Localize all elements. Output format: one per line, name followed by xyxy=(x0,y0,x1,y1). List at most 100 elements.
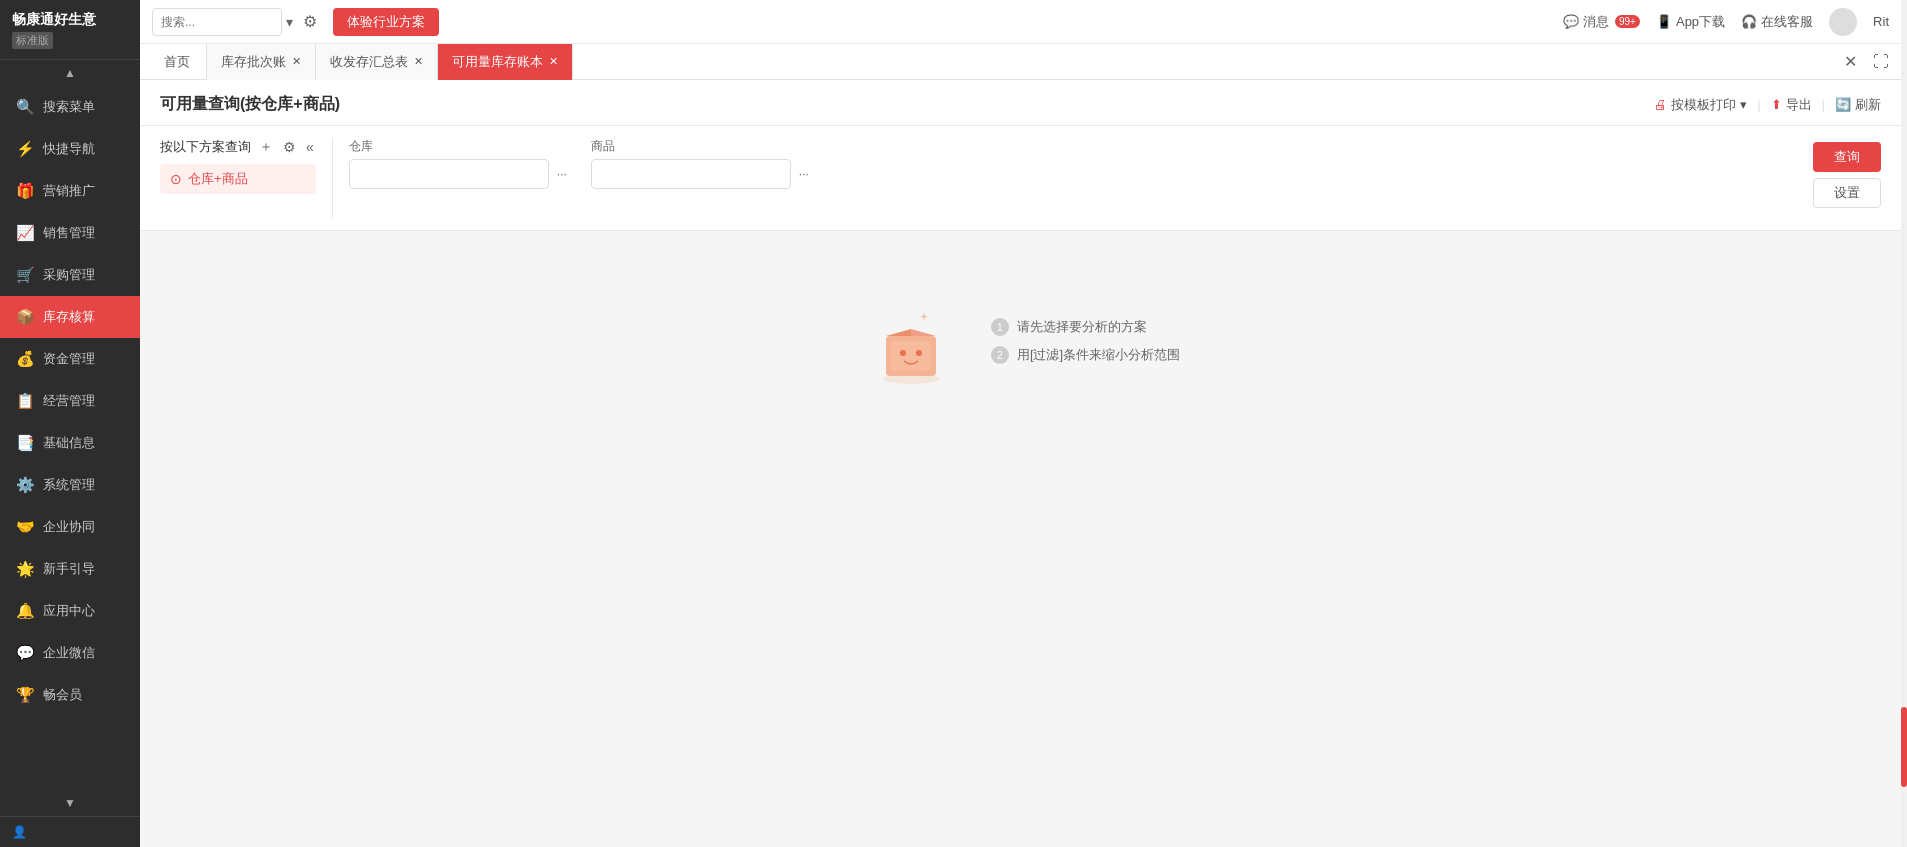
scheme-item-label: 仓库+商品 xyxy=(188,170,248,188)
sidebar-item-enterprise[interactable]: 🤝企业协同 xyxy=(0,506,140,548)
tip-number-2: 2 xyxy=(991,346,1009,364)
header-divider-2: | xyxy=(1822,97,1825,112)
tabs-bar: 首页 库存批次账 ✕ 收发存汇总表 ✕ 可用量库存账本 ✕ ✕ ⛶ xyxy=(140,44,1901,80)
topbar-settings-btn[interactable]: ⚙ xyxy=(297,12,323,31)
tab-close-all-btn[interactable]: ✕ xyxy=(1840,52,1861,71)
username: Rit xyxy=(1873,14,1889,29)
content-area: 可用量查询(按仓库+商品) 🖨 按模板打印 ▾ | ⬆ 导出 | 🔄 刷新 xyxy=(140,80,1901,847)
tab-home[interactable]: 首页 xyxy=(148,44,207,80)
query-btn[interactable]: 查询 xyxy=(1813,142,1881,172)
topbar-left: ▾ ⚙ 体验行业方案 xyxy=(152,8,1563,36)
tab-batch[interactable]: 库存批次账 ✕ xyxy=(207,44,316,80)
svg-rect-3 xyxy=(891,341,931,371)
sidebar-item-finance[interactable]: 💰资金管理 xyxy=(0,338,140,380)
empty-illustration: ✦ · xyxy=(861,291,961,391)
tab-expand-btn[interactable]: ⛶ xyxy=(1869,53,1893,71)
sidebar-label-system: 系统管理 xyxy=(43,476,95,494)
message-badge: 99+ xyxy=(1615,15,1640,28)
tab-available[interactable]: 可用量库存账本 ✕ xyxy=(438,44,573,80)
filter-divider xyxy=(332,138,333,218)
warehouse-more-btn[interactable]: ··· xyxy=(553,167,571,181)
sidebar-label-appcenter: 应用中心 xyxy=(43,602,95,620)
empty-tips: 1 请先选择要分析的方案 2 用[过滤]条件来缩小分析范围 xyxy=(991,318,1180,364)
newuser-icon: 🌟 xyxy=(16,560,35,578)
sidebar-item-system[interactable]: ⚙️ 系统管理 xyxy=(0,464,140,506)
scrollbar-thumb[interactable] xyxy=(1901,707,1907,787)
export-btn[interactable]: ⬆ 导出 xyxy=(1771,96,1812,114)
sidebar: 畅康通好生意 标准版 ▲ 🔍搜索菜单⚡快捷导航🎁营销推广📈销售管理🛒采购管理 📦 库… xyxy=(0,0,140,847)
sidebar-item-shortcut[interactable]: ⚡快捷导航 xyxy=(0,128,140,170)
filter-actions: 查询 设置 xyxy=(1813,138,1881,208)
filter-field-goods: 商品 ··· xyxy=(591,138,813,189)
refresh-icon: 🔄 xyxy=(1835,97,1851,112)
sidebar-item-inventory[interactable]: 📦 库存核算 xyxy=(0,296,140,338)
goods-label: 商品 xyxy=(591,138,813,155)
sidebar-logo: 畅康通好生意 标准版 xyxy=(0,0,140,60)
sidebar-item-search[interactable]: 🔍搜索菜单 xyxy=(0,86,140,128)
print-dropdown-icon[interactable]: ▾ xyxy=(1740,97,1747,112)
refresh-btn[interactable]: 🔄 刷新 xyxy=(1835,96,1881,114)
sidebar-item-sales[interactable]: 📈销售管理 xyxy=(0,212,140,254)
sidebar-label-inventory: 库存核算 xyxy=(43,308,95,326)
tip-text-1: 请先选择要分析的方案 xyxy=(1017,318,1147,336)
sidebar-item-operations[interactable]: 📋经营管理 xyxy=(0,380,140,422)
sidebar-item-newuser[interactable]: 🌟新手引导 xyxy=(0,548,140,590)
empty-tip-1: 1 请先选择要分析的方案 xyxy=(991,318,1180,336)
sidebar-item-basic[interactable]: 📑基础信息 xyxy=(0,422,140,464)
page-title: 可用量查询(按仓库+商品) xyxy=(160,94,340,115)
avatar xyxy=(1829,8,1857,36)
export-icon: ⬆ xyxy=(1771,97,1782,112)
right-scrollbar xyxy=(1901,0,1907,847)
tab-summary-label: 收发存汇总表 xyxy=(330,53,408,71)
goods-input[interactable] xyxy=(591,159,791,189)
add-scheme-btn[interactable]: ＋ xyxy=(257,138,275,156)
empty-state-inner: ✦ · 1 请先选择要分析的方案 2 用[过滤]条件来缩小分析范围 xyxy=(861,291,1180,391)
svg-text:·: · xyxy=(879,322,881,331)
collapse-scheme-btn[interactable]: « xyxy=(304,139,316,155)
system-icon: ⚙️ xyxy=(16,476,35,494)
svg-point-4 xyxy=(900,350,906,356)
scroll-up-btn[interactable]: ▲ xyxy=(0,60,140,86)
trial-btn[interactable]: 体验行业方案 xyxy=(333,8,439,36)
sidebar-item-appcenter[interactable]: 🔔应用中心 xyxy=(0,590,140,632)
tab-available-close[interactable]: ✕ xyxy=(549,55,558,68)
sidebar-item-wechat[interactable]: 💬企业微信 xyxy=(0,632,140,674)
print-btn[interactable]: 🖨 按模板打印 ▾ xyxy=(1654,96,1747,114)
sidebar-item-marketing[interactable]: 🎁营销推广 xyxy=(0,170,140,212)
svg-marker-1 xyxy=(886,329,911,336)
app-download-btn[interactable]: 📱 App下载 xyxy=(1656,13,1725,31)
tab-summary-close[interactable]: ✕ xyxy=(414,55,423,68)
topbar-search-input[interactable] xyxy=(152,8,282,36)
topbar-right: 💬 消息 99+ 📱 App下载 🎧 在线客服 Rit xyxy=(1563,8,1889,36)
online-service-label: 在线客服 xyxy=(1761,13,1813,31)
refresh-label: 刷新 xyxy=(1855,96,1881,114)
tab-batch-close[interactable]: ✕ xyxy=(292,55,301,68)
sidebar-item-member[interactable]: 🏆畅会员 xyxy=(0,674,140,716)
sidebar-label-enterprise: 企业协同 xyxy=(43,518,95,536)
warehouse-label: 仓库 xyxy=(349,138,571,155)
sidebar-nav: 🔍搜索菜单⚡快捷导航🎁营销推广📈销售管理🛒采购管理 📦 库存核算 💰资金管理📋经营管理… xyxy=(0,86,140,790)
print-label: 按模板打印 xyxy=(1671,96,1736,114)
inventory-icon: 📦 xyxy=(16,308,35,326)
app-download-label: App下载 xyxy=(1676,13,1725,31)
main-area: ▾ ⚙ 体验行业方案 💬 消息 99+ 📱 App下载 🎧 在线客服 Rit xyxy=(140,0,1901,847)
topbar-dropdown-btn[interactable]: ▾ xyxy=(282,14,297,30)
header-divider-1: | xyxy=(1757,97,1760,112)
tab-summary[interactable]: 收发存汇总表 ✕ xyxy=(316,44,438,80)
export-label: 导出 xyxy=(1786,96,1812,114)
scheme-item-warehouse-goods[interactable]: ⊙ 仓库+商品 xyxy=(160,164,316,194)
sidebar-item-purchase[interactable]: 🛒采购管理 xyxy=(0,254,140,296)
online-service-btn[interactable]: 🎧 在线客服 xyxy=(1741,13,1813,31)
sidebar-label-search: 搜索菜单 xyxy=(43,98,95,116)
settings-scheme-btn[interactable]: ⚙ xyxy=(281,139,298,155)
tip-number-1: 1 xyxy=(991,318,1009,336)
page-header: 可用量查询(按仓库+商品) 🖨 按模板打印 ▾ | ⬆ 导出 | 🔄 刷新 xyxy=(140,80,1901,126)
goods-more-btn[interactable]: ··· xyxy=(795,167,813,181)
shortcut-icon: ⚡ xyxy=(16,140,35,158)
wechat-icon: 💬 xyxy=(16,644,35,662)
page-header-actions: 🖨 按模板打印 ▾ | ⬆ 导出 | 🔄 刷新 xyxy=(1654,96,1881,114)
filter-settings-btn[interactable]: 设置 xyxy=(1813,178,1881,208)
scroll-down-btn[interactable]: ▼ xyxy=(0,790,140,816)
message-btn[interactable]: 💬 消息 99+ xyxy=(1563,13,1640,31)
warehouse-input[interactable] xyxy=(349,159,549,189)
